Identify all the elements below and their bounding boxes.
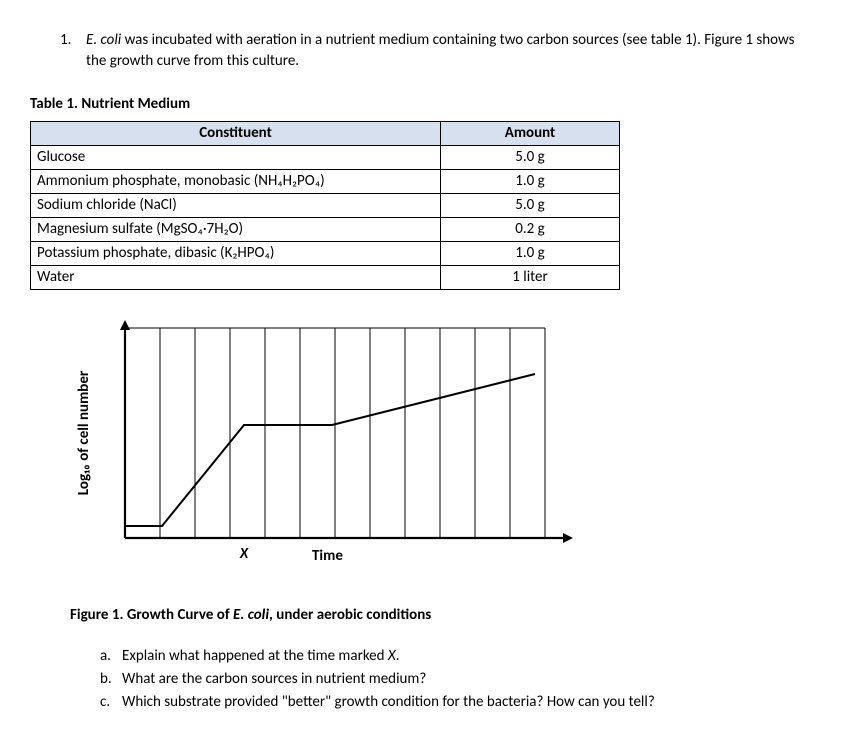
question-number: 1. [60,30,86,72]
table-row: Ammonium phosphate, monobasic (NH₄H₂PO₄)… [31,170,620,194]
subq-c: c. Which substrate provided "better" gro… [100,692,801,713]
table-caption: Table 1. Nutrient Medium [30,94,801,115]
figure-caption: Figure 1. Growth Curve of E. coli, under… [30,605,801,626]
chart-svg: X Time Log₁₀ of cell number [70,320,580,590]
table-row: Glucose5.0 g [31,146,620,170]
svg-text:X: X [239,545,249,563]
table-row: Potassium phosphate, dibasic (K₂HPO₄)1.0… [31,242,620,266]
question-text: E. coli was incubated with aeration in a… [86,30,801,72]
nutrient-table: Constituent Amount Glucose5.0 g Ammonium… [30,121,620,290]
table-row: Water1 liter [31,266,620,290]
header-constituent: Constituent [31,122,441,146]
table-row: Magnesium sulfate (MgSO₄·7H₂O)0.2 g [31,218,620,242]
svg-text:Log₁₀ of cell number: Log₁₀ of cell number [75,370,93,495]
table-row: Sodium chloride (NaCl)5.0 g [31,194,620,218]
subq-b: b. What are the carbon sources in nutrie… [100,669,801,690]
question: 1. E. coli was incubated with aeration i… [30,30,801,72]
sub-questions: a. Explain what happened at the time mar… [30,646,801,713]
svg-text:Time: Time [312,547,343,565]
growth-chart: X Time Log₁₀ of cell number [70,320,801,597]
species-name: E. coli [86,31,121,49]
subq-a: a. Explain what happened at the time mar… [100,646,801,667]
header-amount: Amount [441,122,620,146]
